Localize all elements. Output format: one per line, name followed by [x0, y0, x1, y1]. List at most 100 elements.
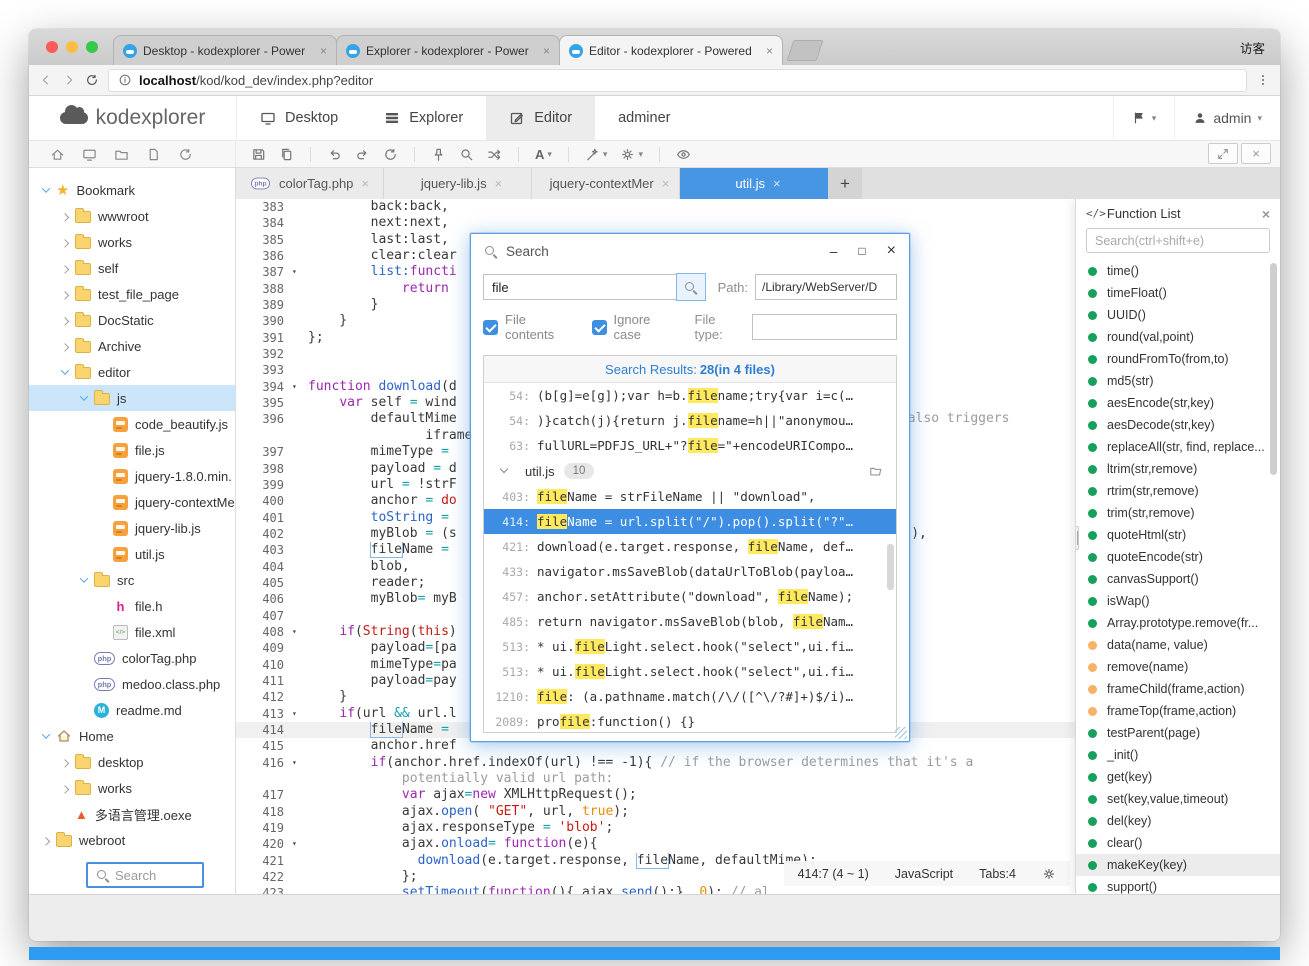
- browser-tab[interactable]: Editor - kodexplorer - Powered×: [559, 35, 783, 65]
- function-item[interactable]: md5(str): [1076, 370, 1280, 392]
- function-item[interactable]: ltrim(str,remove): [1076, 458, 1280, 480]
- settings-gear-icon[interactable]: [1042, 867, 1056, 881]
- home-icon[interactable]: [50, 147, 65, 162]
- panel-resize-handle[interactable]: [1075, 526, 1079, 550]
- forward-icon[interactable]: [62, 73, 76, 87]
- function-item[interactable]: remove(name): [1076, 656, 1280, 678]
- function-item[interactable]: timeFloat(): [1076, 282, 1280, 304]
- chevron-down-icon[interactable]: [77, 391, 91, 405]
- app-logo[interactable]: kodexplorer: [29, 96, 236, 140]
- chevron-down-icon[interactable]: [77, 573, 91, 587]
- function-item[interactable]: round(val,point): [1076, 326, 1280, 348]
- function-item[interactable]: roundFromTo(from,to): [1076, 348, 1280, 370]
- tree-item-file.xml[interactable]: </>file.xml: [29, 619, 235, 645]
- wand-button[interactable]: ▾: [585, 147, 608, 162]
- tree-item-util.js[interactable]: util.js: [29, 541, 235, 567]
- tree-item-file.h[interactable]: hfile.h: [29, 593, 235, 619]
- tab-close-icon[interactable]: ×: [361, 176, 369, 191]
- tree-item-editor[interactable]: editor: [29, 359, 235, 385]
- search-result-row[interactable]: 421:download(e.target.response, fileName…: [484, 534, 896, 559]
- nav-item-explorer[interactable]: Explorer: [361, 96, 486, 140]
- page-info-icon[interactable]: [118, 73, 132, 87]
- editor-tab-jquery-lib.js[interactable]: jquery-lib.js×: [384, 168, 532, 199]
- function-item[interactable]: rtrim(str,remove): [1076, 480, 1280, 502]
- tree-item-readme.md[interactable]: Mreadme.md: [29, 697, 235, 723]
- gear-button[interactable]: ▾: [620, 147, 643, 162]
- zoom-window-button[interactable]: [86, 41, 98, 53]
- function-list-scrollbar[interactable]: [1270, 263, 1277, 475]
- nav-item-desktop[interactable]: Desktop: [237, 96, 361, 140]
- checkbox-file-contents[interactable]: [483, 320, 498, 335]
- undo-button[interactable]: [327, 147, 342, 162]
- tabs-setting[interactable]: Tabs:4: [979, 867, 1016, 881]
- copy-button[interactable]: [279, 147, 294, 162]
- fullscreen-icon[interactable]: [1208, 143, 1238, 164]
- search-result-row[interactable]: 63:fullURL=PDFJS_URL+"?file="+encodeURIC…: [484, 433, 896, 458]
- function-item[interactable]: quoteHtml(str): [1076, 524, 1280, 546]
- chevron-down-icon[interactable]: [39, 183, 53, 197]
- tree-item-self[interactable]: self: [29, 255, 235, 281]
- search-submit-button[interactable]: [676, 273, 706, 301]
- fold-arrow-icon[interactable]: ▾: [292, 706, 308, 722]
- search-result-row[interactable]: 433:navigator.msSaveBlob(dataUrlToBlob(p…: [484, 559, 896, 584]
- code-line-417[interactable]: 417 var ajax=new XMLHttpRequest();: [236, 787, 1075, 803]
- nav-item-editor[interactable]: Editor: [486, 96, 595, 140]
- tree-item-DocStatic[interactable]: DocStatic: [29, 307, 235, 333]
- search-dialog-titlebar[interactable]: Search – □ ×: [471, 234, 909, 268]
- nav-item-adminer[interactable]: adminer: [595, 96, 693, 140]
- close-window-button[interactable]: [46, 41, 58, 53]
- tree-item-Archive[interactable]: Archive: [29, 333, 235, 359]
- back-icon[interactable]: [39, 73, 53, 87]
- function-item[interactable]: trim(str,remove): [1076, 502, 1280, 524]
- function-item[interactable]: UUID(): [1076, 304, 1280, 326]
- editor-tab-util.js[interactable]: util.js×: [680, 168, 828, 199]
- chevron-right-icon[interactable]: [58, 287, 72, 301]
- function-item[interactable]: isWap(): [1076, 590, 1280, 612]
- tree-item-works[interactable]: works: [29, 229, 235, 255]
- user-menu[interactable]: admin ▾: [1174, 96, 1280, 140]
- function-item[interactable]: time(): [1076, 260, 1280, 282]
- tab-close-icon[interactable]: ×: [662, 176, 670, 191]
- tree-item-colorTag.php[interactable]: phpcolorTag.php: [29, 645, 235, 671]
- tree-item-webroot[interactable]: webroot: [29, 827, 235, 853]
- tab-close-icon[interactable]: ×: [543, 44, 550, 58]
- language-mode[interactable]: JavaScript: [895, 867, 953, 881]
- function-item[interactable]: testParent(page): [1076, 722, 1280, 744]
- search-result-row[interactable]: 1210:file: (a.pathname.match(/\/([^\/?#]…: [484, 684, 896, 709]
- shuffle-button[interactable]: [487, 147, 502, 162]
- function-item[interactable]: canvasSupport(): [1076, 568, 1280, 590]
- tree-item-Home[interactable]: Home: [29, 723, 235, 749]
- code-line-383[interactable]: 383 back:back,: [236, 199, 1075, 215]
- close-icon[interactable]: ×: [1262, 206, 1270, 222]
- eye-button[interactable]: [676, 147, 691, 162]
- function-item[interactable]: clear(): [1076, 832, 1280, 854]
- sidebar-search-input[interactable]: [115, 868, 185, 883]
- fold-arrow-icon[interactable]: ▾: [292, 624, 308, 640]
- search-result-row[interactable]: 2089:profile:function() {}: [484, 709, 896, 733]
- file-icon[interactable]: [146, 147, 161, 162]
- code-line-423[interactable]: 423 setTimeout(function(){ ajax.send();}…: [236, 885, 1075, 894]
- tab-close-icon[interactable]: ×: [766, 44, 773, 58]
- function-item[interactable]: support(): [1076, 876, 1280, 894]
- tree-item-jquery-lib.js[interactable]: jquery-lib.js: [29, 515, 235, 541]
- search-result-row[interactable]: 457:anchor.setAttribute("download", file…: [484, 584, 896, 609]
- tab-close-icon[interactable]: ×: [495, 176, 503, 191]
- language-menu[interactable]: ▾: [1113, 96, 1175, 140]
- code-line-wrap[interactable]: potentially valid url path:: [236, 771, 1075, 787]
- open-folder-icon[interactable]: [869, 464, 883, 478]
- tree-item-works[interactable]: works: [29, 775, 235, 801]
- refresh-icon[interactable]: [178, 147, 193, 162]
- code-line-416[interactable]: 416▾ if(anchor.href.indexOf(url) !== -1)…: [236, 755, 1075, 771]
- function-item[interactable]: del(key): [1076, 810, 1280, 832]
- function-item[interactable]: quoteEncode(str): [1076, 546, 1280, 568]
- minimize-icon[interactable]: –: [830, 244, 838, 258]
- fold-arrow-icon[interactable]: ▾: [292, 836, 308, 852]
- tree-item-wwwroot[interactable]: wwwroot: [29, 203, 235, 229]
- chevron-right-icon[interactable]: [58, 209, 72, 223]
- guest-profile-label[interactable]: 访客: [1240, 38, 1265, 57]
- browser-menu-icon[interactable]: [1256, 73, 1270, 87]
- editor-tab-colorTag.php[interactable]: phpcolorTag.php×: [236, 168, 384, 199]
- reload-icon[interactable]: [85, 73, 99, 87]
- function-item[interactable]: replaceAll(str, find, replace...: [1076, 436, 1280, 458]
- minimize-window-button[interactable]: [66, 41, 78, 53]
